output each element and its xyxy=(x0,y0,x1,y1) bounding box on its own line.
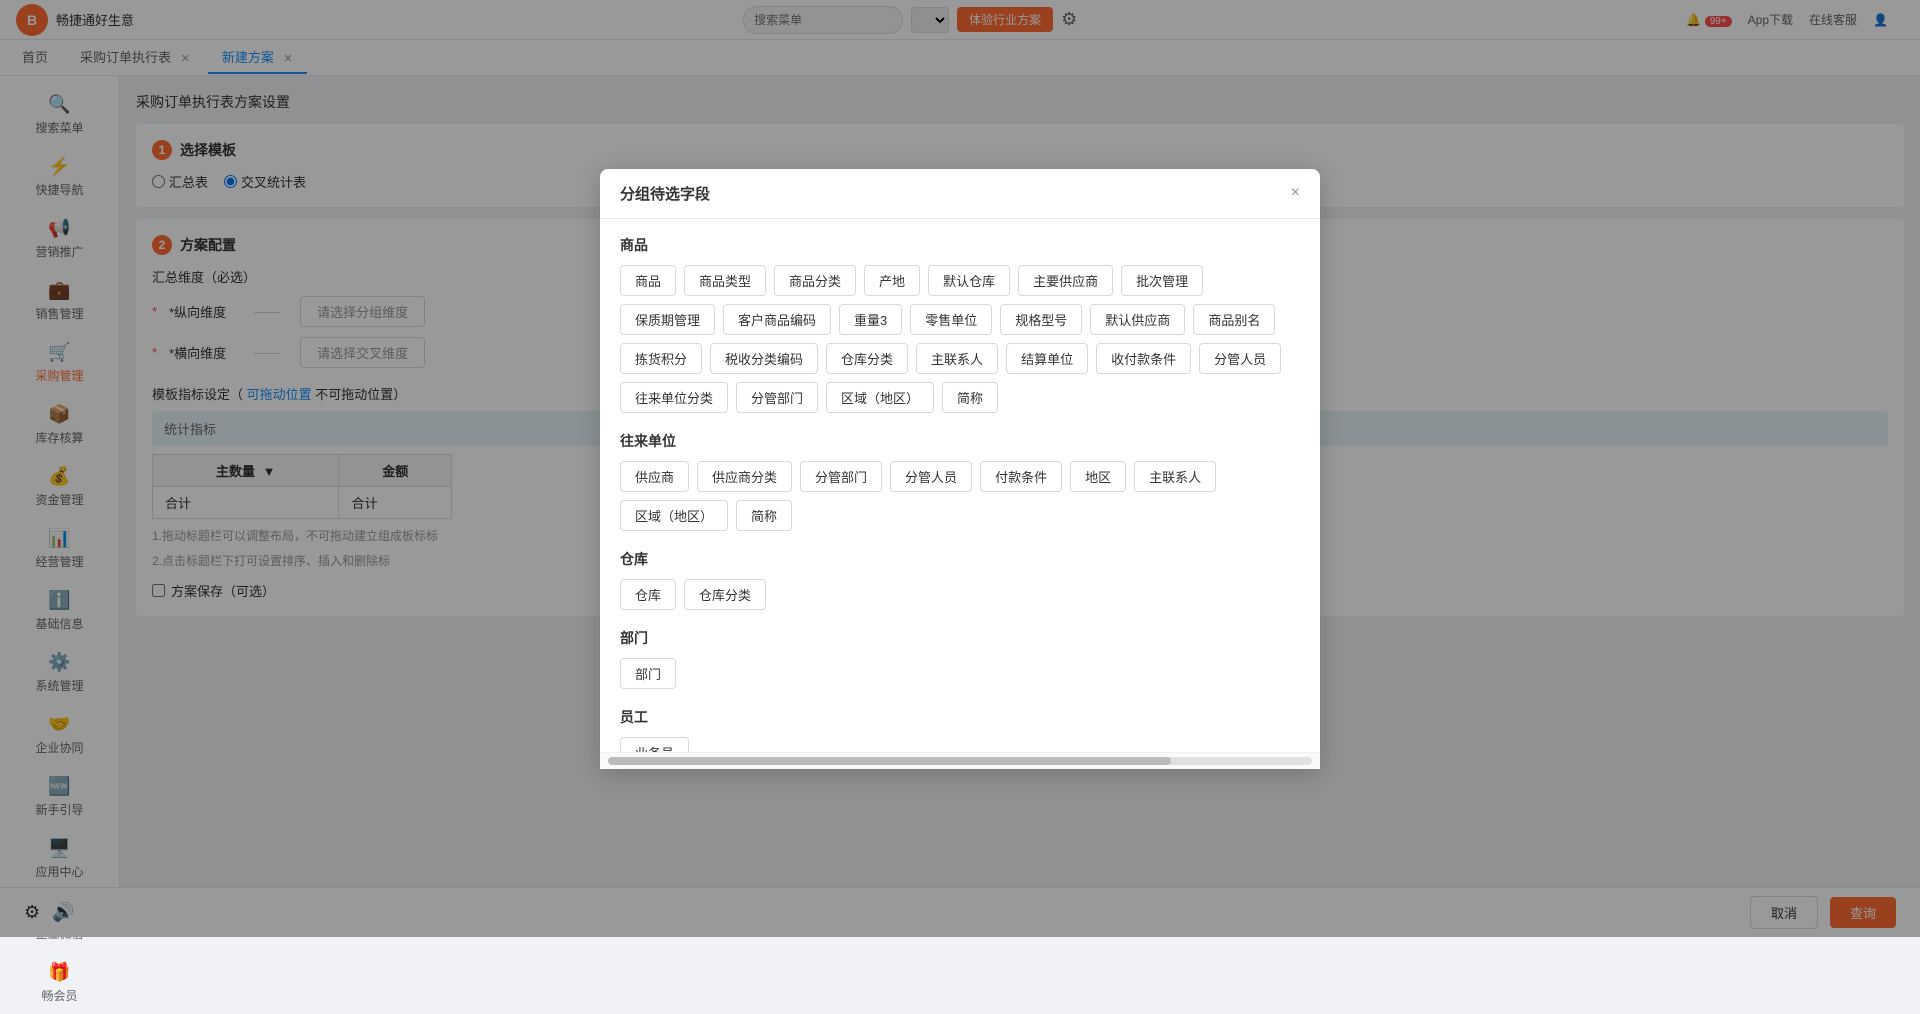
section-employee: 员工 业务员 xyxy=(620,707,1300,752)
field-partner-category[interactable]: 往来单位分类 xyxy=(620,382,728,413)
field-supplier[interactable]: 供应商 xyxy=(620,461,689,492)
section-partner-title: 往来单位 xyxy=(620,431,1300,451)
modal-header: 分组待选字段 × xyxy=(600,169,1320,219)
field-supplier-category[interactable]: 供应商分类 xyxy=(697,461,792,492)
section-partner: 往来单位 供应商 供应商分类 分管部门 分管人员 付款条件 地区 主联系人 区域… xyxy=(620,431,1300,531)
field-salesperson[interactable]: 业务员 xyxy=(620,737,689,752)
field-pick-points[interactable]: 拣货积分 xyxy=(620,343,702,374)
field-tax-code[interactable]: 税收分类编码 xyxy=(710,343,818,374)
section-warehouse-fields: 仓库 仓库分类 xyxy=(620,579,1300,610)
section-warehouse: 仓库 仓库 仓库分类 xyxy=(620,549,1300,610)
field-customer-code[interactable]: 客户商品编码 xyxy=(723,304,831,335)
field-payment-terms[interactable]: 收付款条件 xyxy=(1096,343,1191,374)
section-department-fields: 部门 xyxy=(620,658,1300,689)
horizontal-scrollbar[interactable] xyxy=(608,757,1312,765)
vip-icon: 🎁 xyxy=(48,962,70,983)
section-employee-title: 员工 xyxy=(620,707,1300,727)
modal-scroll-bottom xyxy=(600,752,1320,769)
field-partner-region[interactable]: 区域（地区） xyxy=(620,500,728,531)
field-default-warehouse[interactable]: 默认仓库 xyxy=(928,265,1010,296)
section-product-fields: 商品 商品类型 商品分类 产地 默认仓库 主要供应商 批次管理 保质期管理 客户… xyxy=(620,265,1300,413)
field-partner-dept[interactable]: 分管部门 xyxy=(800,461,882,492)
field-weight3[interactable]: 重量3 xyxy=(839,304,902,335)
field-warehouse[interactable]: 仓库 xyxy=(620,579,676,610)
modal-body[interactable]: 商品 商品 商品类型 商品分类 产地 默认仓库 主要供应商 批次管理 保质期管理… xyxy=(600,219,1320,752)
field-product-alias[interactable]: 商品别名 xyxy=(1193,304,1275,335)
field-batch-mgmt[interactable]: 批次管理 xyxy=(1121,265,1203,296)
field-warehouse-cat[interactable]: 仓库分类 xyxy=(684,579,766,610)
field-origin[interactable]: 产地 xyxy=(864,265,920,296)
scrollbar-thumb[interactable] xyxy=(608,757,1171,765)
section-product-title: 商品 xyxy=(620,235,1300,255)
field-manager[interactable]: 分管人员 xyxy=(1199,343,1281,374)
field-partner-manager[interactable]: 分管人员 xyxy=(890,461,972,492)
modal-title: 分组待选字段 xyxy=(620,183,710,204)
field-payment-condition[interactable]: 付款条件 xyxy=(980,461,1062,492)
field-settlement-unit[interactable]: 结算单位 xyxy=(1006,343,1088,374)
sidebar-item-vip[interactable]: 🎁 畅会员 xyxy=(0,952,119,1014)
field-partner-contact[interactable]: 主联系人 xyxy=(1134,461,1216,492)
field-retail-unit[interactable]: 零售单位 xyxy=(910,304,992,335)
modal-close-button[interactable]: × xyxy=(1291,184,1300,202)
section-department-title: 部门 xyxy=(620,628,1300,648)
field-product-category[interactable]: 商品分类 xyxy=(774,265,856,296)
field-selection-modal: 分组待选字段 × 商品 商品 商品类型 商品分类 产地 默认仓库 主要供应商 批… xyxy=(600,169,1320,769)
field-expiry-mgmt[interactable]: 保质期管理 xyxy=(620,304,715,335)
field-region-product[interactable]: 区域（地区） xyxy=(826,382,934,413)
field-spec-type[interactable]: 规格型号 xyxy=(1000,304,1082,335)
field-partner-abbr[interactable]: 简称 xyxy=(736,500,792,531)
field-warehouse-category[interactable]: 仓库分类 xyxy=(826,343,908,374)
field-department[interactable]: 部门 xyxy=(620,658,676,689)
field-product-type[interactable]: 商品类型 xyxy=(684,265,766,296)
field-dept-in-charge[interactable]: 分管部门 xyxy=(736,382,818,413)
section-employee-fields: 业务员 xyxy=(620,737,1300,752)
field-abbr-product[interactable]: 简称 xyxy=(942,382,998,413)
field-default-supplier[interactable]: 默认供应商 xyxy=(1090,304,1185,335)
field-main-supplier[interactable]: 主要供应商 xyxy=(1018,265,1113,296)
field-main-contact[interactable]: 主联系人 xyxy=(916,343,998,374)
field-area[interactable]: 地区 xyxy=(1070,461,1126,492)
section-partner-fields: 供应商 供应商分类 分管部门 分管人员 付款条件 地区 主联系人 区域（地区） … xyxy=(620,461,1300,531)
field-product[interactable]: 商品 xyxy=(620,265,676,296)
section-department: 部门 部门 xyxy=(620,628,1300,689)
section-warehouse-title: 仓库 xyxy=(620,549,1300,569)
section-product: 商品 商品 商品类型 商品分类 产地 默认仓库 主要供应商 批次管理 保质期管理… xyxy=(620,235,1300,413)
